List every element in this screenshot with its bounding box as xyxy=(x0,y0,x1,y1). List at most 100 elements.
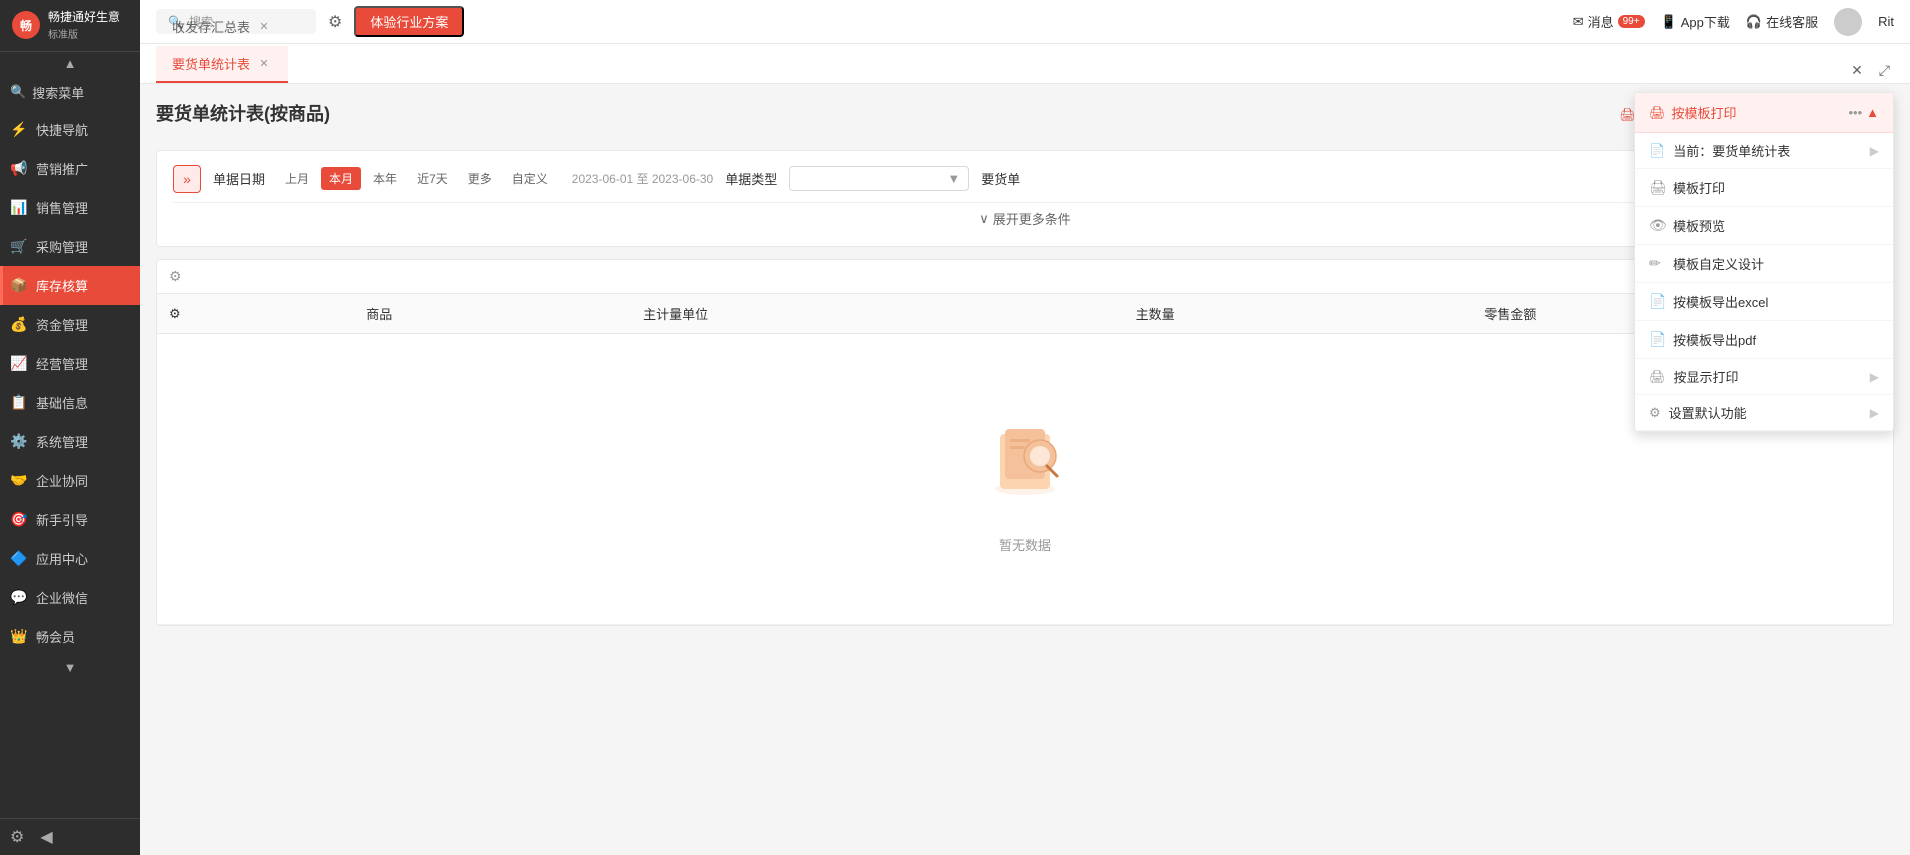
collapse-icon[interactable]: ◀ xyxy=(40,827,52,847)
search-menu[interactable]: 🔍 搜索菜单 xyxy=(0,75,140,110)
sidebar-item-purchase[interactable]: 🛒 采购管理 xyxy=(0,227,140,266)
date-tab-custom[interactable]: 自定义 xyxy=(504,167,556,190)
display-print-label: 按显示打印 xyxy=(1674,367,1739,386)
system-icon: ⚙️ xyxy=(10,432,28,450)
set-default-icon: ⚙ xyxy=(1649,405,1661,421)
tabs-list: 首页库存批次账✕收发存汇总表✕要货单统计表✕ xyxy=(156,0,288,83)
page-content: 要货单统计表(按商品) 🖨 按模板打印 ▲ | ↑ 导出 | ↻ xyxy=(140,84,1910,855)
sidebar-item-marketing[interactable]: 📢 营销推广 xyxy=(0,149,140,188)
sidebar-item-operation[interactable]: 📈 经营管理 xyxy=(0,344,140,383)
bill-type-label: 单据类型 xyxy=(725,169,777,188)
sidebar-item-finance[interactable]: 💰 资金管理 xyxy=(0,305,140,344)
more-options-icon[interactable]: ••• xyxy=(1848,105,1862,120)
dropdown-items: 🖨 模板打印 👁 模板预览 ✏ 模板自定义设计 📄 按模板导出excel 📄 按… xyxy=(1635,169,1893,359)
column-settings-icon[interactable]: ⚙ xyxy=(169,306,181,321)
message-btn[interactable]: ✉ 消息 99+ xyxy=(1573,12,1645,31)
app-download-btn[interactable]: 📱 App下载 xyxy=(1661,12,1730,31)
sidebar-item-label-inventory: 库存核算 xyxy=(36,276,88,295)
sidebar-item-basic[interactable]: 📋 基础信息 xyxy=(0,383,140,422)
expand-more-btn[interactable]: ∨ 展开更多条件 xyxy=(173,202,1877,234)
set-default-arrow: ▶ xyxy=(1870,406,1879,420)
sidebar-item-apps[interactable]: 🔷 应用中心 xyxy=(0,539,140,578)
dropdown-template-export-pdf-icon: 📄 xyxy=(1649,331,1665,348)
sidebar-item-label-sales: 销售管理 xyxy=(36,198,88,217)
maximize-icon[interactable]: ⤢ xyxy=(1875,58,1894,83)
scroll-up-btn[interactable]: ▲ xyxy=(0,52,140,75)
current-template-area: 📄 当前：要货单统计表 xyxy=(1649,141,1790,160)
username-label: Rit xyxy=(1878,14,1894,29)
tab-close-order-stats[interactable]: ✕ xyxy=(256,56,272,72)
sidebar-item-collab[interactable]: 🤝 企业协同 xyxy=(0,461,140,500)
search-icon: 🔍 xyxy=(10,84,26,100)
filter-row-1: » 单据日期 上月本月本年近7天更多自定义 2023-06-01 至 2023-… xyxy=(173,163,1877,194)
set-default-item[interactable]: ⚙ 设置默认功能 ▶ xyxy=(1635,395,1893,431)
trial-btn[interactable]: 体验行业方案 xyxy=(354,6,464,37)
sidebar-item-label-purchase: 采购管理 xyxy=(36,237,88,256)
sidebar-item-wechat[interactable]: 💬 企业微信 xyxy=(0,578,140,617)
data-table: ⚙商品主计量单位主数量零售金额 xyxy=(157,294,1893,625)
date-tab-year[interactable]: 本年 xyxy=(365,167,405,190)
headset-icon: 🎧 xyxy=(1746,14,1762,30)
dropdown-template-export-excel-label: 按模板导出excel xyxy=(1673,292,1768,311)
empty-illustration xyxy=(975,404,1075,523)
dropdown-collapse-icon[interactable]: ▲ xyxy=(1866,105,1879,120)
filter-expand-icon[interactable]: » xyxy=(173,165,201,193)
date-tabs: 上月本月本年近7天更多自定义 xyxy=(277,167,556,190)
sidebar-item-sales[interactable]: 📊 销售管理 xyxy=(0,188,140,227)
sidebar-item-quick-nav[interactable]: ⚡ 快捷导航 xyxy=(0,110,140,149)
online-service-label: 在线客服 xyxy=(1766,12,1818,31)
bill-type-select[interactable]: ▼ xyxy=(789,166,969,191)
date-tab-current[interactable]: 本月 xyxy=(321,167,361,190)
display-print-item[interactable]: 🖨 按显示打印 ▶ xyxy=(1635,359,1893,395)
dropdown-item-template-print[interactable]: 🖨 模板打印 xyxy=(1635,169,1893,207)
guide-icon: 🎯 xyxy=(10,510,28,528)
dropdown-template-design-icon: ✏ xyxy=(1649,255,1665,272)
date-tab-prev[interactable]: 上月 xyxy=(277,167,317,190)
date-label: 单据日期 xyxy=(213,169,265,188)
dropdown-item-template-export-pdf[interactable]: 📄 按模板导出pdf xyxy=(1635,321,1893,359)
logo-icon: 畅 xyxy=(12,11,40,39)
dropdown-item-template-export-excel[interactable]: 📄 按模板导出excel xyxy=(1635,283,1893,321)
tab-bar: 首页库存批次账✕收发存汇总表✕要货单统计表✕ ✕ ⤢ xyxy=(140,44,1910,84)
sidebar-item-label-guide: 新手引导 xyxy=(36,510,88,529)
avatar[interactable] xyxy=(1834,8,1862,36)
date-tab-week7[interactable]: 近7天 xyxy=(409,167,456,190)
sidebar-item-label-collab: 企业协同 xyxy=(36,471,88,490)
sidebar-item-guide[interactable]: 🎯 新手引导 xyxy=(0,500,140,539)
tab-batch-account[interactable]: 库存批次账✕ xyxy=(156,0,288,9)
dropdown-title: 按模板打印 xyxy=(1672,103,1737,122)
logo-text-block: 畅捷通好生意 标准版 xyxy=(48,10,120,41)
tab-order-stats[interactable]: 要货单统计表✕ xyxy=(156,46,288,83)
sidebar-item-inventory[interactable]: 📦 库存核算 xyxy=(0,266,140,305)
dropdown-menu: 🖨 按模板打印 ••• ▲ 📄 当前：要货单统计表 ▶ � xyxy=(1634,92,1894,432)
dropdown-printer-icon: 🖨 xyxy=(1649,105,1666,121)
tab-receipt-summary[interactable]: 收发存汇总表✕ xyxy=(156,9,288,46)
page-title: 要货单统计表(按商品) xyxy=(156,100,330,126)
tab-close-receipt-summary[interactable]: ✕ xyxy=(256,19,272,35)
dropdown-item-template-design[interactable]: ✏ 模板自定义设计 xyxy=(1635,245,1893,283)
sidebar-nav: ⚡ 快捷导航 📢 营销推广 📊 销售管理 🛒 采购管理 📦 库存核算 💰 资金管… xyxy=(0,110,140,656)
dropdown-template-print-icon: 🖨 xyxy=(1649,179,1665,196)
dropdown-current-item[interactable]: 📄 当前：要货单统计表 ▶ xyxy=(1635,133,1893,169)
current-template-label: 当前：要货单统计表 xyxy=(1673,141,1790,160)
online-service-btn[interactable]: 🎧 在线客服 xyxy=(1746,12,1818,31)
scroll-down-btn[interactable]: ▼ xyxy=(0,656,140,679)
select-arrow-icon: ▼ xyxy=(947,171,960,186)
member-icon: 👑 xyxy=(10,627,28,645)
sidebar-item-label-apps: 应用中心 xyxy=(36,549,88,568)
empty-text: 暂无数据 xyxy=(999,535,1051,554)
settings-gear-icon[interactable]: ⚙ xyxy=(169,268,182,285)
close-tab-icon[interactable]: ✕ xyxy=(1847,58,1867,83)
date-tab-more[interactable]: 更多 xyxy=(460,167,500,190)
dropdown-item-template-preview[interactable]: 👁 模板预览 xyxy=(1635,207,1893,245)
app-badge: 标准版 xyxy=(48,26,120,41)
th-settings: ⚙ xyxy=(157,294,354,334)
quick-nav-icon: ⚡ xyxy=(10,120,28,138)
sidebar-item-system[interactable]: ⚙️ 系统管理 xyxy=(0,422,140,461)
table-row: 暂无数据 xyxy=(157,334,1893,625)
settings-icon[interactable]: ⚙ xyxy=(10,827,24,847)
th-goods: 商品 xyxy=(354,294,631,334)
sidebar-item-label-basic: 基础信息 xyxy=(36,393,88,412)
sidebar-item-member[interactable]: 👑 畅会员 xyxy=(0,617,140,656)
topbar-gear-icon[interactable]: ⚙ xyxy=(328,12,342,32)
